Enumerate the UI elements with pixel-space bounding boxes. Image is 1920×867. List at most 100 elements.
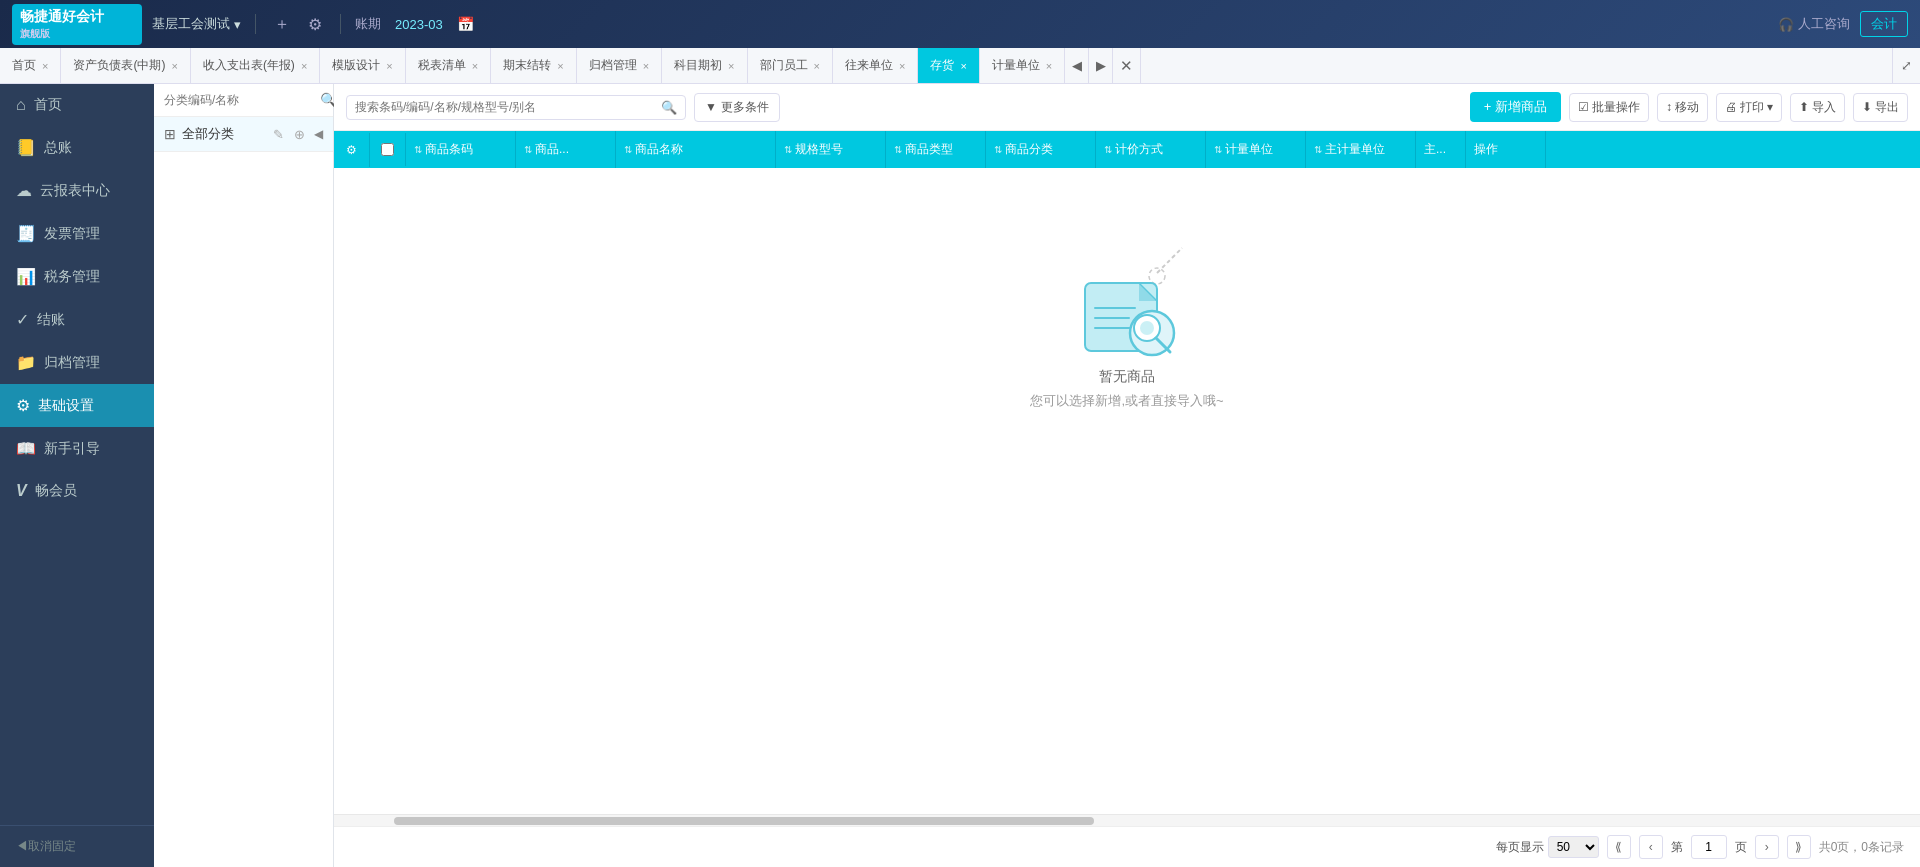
import-btn[interactable]: ⬆ 导入 xyxy=(1790,93,1845,122)
tab-income-annual[interactable]: 收入支出表(年报) × xyxy=(191,48,320,84)
sidebar-item-ledger[interactable]: 📒 总账 xyxy=(0,126,154,169)
sidebar-item-home[interactable]: ⌂ 首页 xyxy=(0,84,154,126)
consulting-btn[interactable]: 🎧 人工咨询 xyxy=(1778,15,1850,33)
tab-archive[interactable]: 归档管理 × xyxy=(577,48,662,84)
th-type-label: 商品类型 xyxy=(905,141,953,158)
category-search-bar: 🔍 xyxy=(154,84,333,117)
tab-inventory-close[interactable]: × xyxy=(960,60,966,72)
add-product-btn[interactable]: + 新增商品 xyxy=(1470,92,1561,122)
tab-template[interactable]: 模版设计 × xyxy=(320,48,405,84)
tab-dept-staff-close[interactable]: × xyxy=(814,60,820,72)
filter-btn[interactable]: ▼ 更多条件 xyxy=(694,93,780,122)
page-next-btn[interactable]: › xyxy=(1755,835,1779,859)
th-unit[interactable]: ⇅ 计量单位 xyxy=(1206,131,1306,168)
tab-homepage[interactable]: 首页 × xyxy=(0,48,61,84)
tab-contacts-close[interactable]: × xyxy=(899,60,905,72)
tab-measure-label: 计量单位 xyxy=(992,57,1040,74)
sort-icon2: ⇅ xyxy=(524,144,532,155)
tab-tax-list[interactable]: 税表清单 × xyxy=(406,48,491,84)
tab-balance-mid[interactable]: 资产负债表(中期) × xyxy=(61,48,190,84)
settings-btn[interactable]: ⚙ xyxy=(304,11,326,38)
tax-icon: 📊 xyxy=(16,267,36,286)
th-code-label: 商品... xyxy=(535,141,569,158)
th-barcode[interactable]: ⇅ 商品条码 xyxy=(406,131,516,168)
page-size-label: 每页显示 xyxy=(1496,839,1544,856)
account-btn[interactable]: 会计 xyxy=(1860,11,1908,37)
th-spec[interactable]: ⇅ 规格型号 xyxy=(776,131,886,168)
sidebar-spacer xyxy=(0,512,154,825)
tab-period-carry-label: 期末结转 xyxy=(503,57,551,74)
tab-inventory[interactable]: 存货 × xyxy=(918,48,979,84)
tab-homepage-close[interactable]: × xyxy=(42,60,48,72)
th-name-label: 商品名称 xyxy=(635,141,683,158)
page-first-btn[interactable]: ⟪ xyxy=(1607,835,1631,859)
sidebar-item-invoice[interactable]: 🧾 发票管理 xyxy=(0,212,154,255)
select-all-checkbox[interactable] xyxy=(381,143,394,156)
import-label: 导入 xyxy=(1812,99,1836,116)
tab-period-carry-close[interactable]: × xyxy=(557,60,563,72)
category-collapse-btn[interactable]: ◀ xyxy=(314,127,323,141)
th-check[interactable] xyxy=(370,133,406,166)
batch-action-btn[interactable]: ☑ 批量操作 xyxy=(1569,93,1649,122)
tab-prev-btn[interactable]: ◀ xyxy=(1065,48,1089,84)
tab-template-close[interactable]: × xyxy=(386,60,392,72)
move-btn[interactable]: ↕ 移动 xyxy=(1657,93,1708,122)
tab-tax-list-close[interactable]: × xyxy=(472,60,478,72)
product-search-input[interactable] xyxy=(355,100,655,114)
tab-measure[interactable]: 计量单位 × xyxy=(980,48,1065,84)
category-search-input[interactable] xyxy=(164,93,314,107)
sidebar-item-tax[interactable]: 📊 税务管理 xyxy=(0,255,154,298)
sort-icon5: ⇅ xyxy=(894,144,902,155)
tab-expand-btn[interactable]: ⤢ xyxy=(1892,48,1920,84)
category-add-icon[interactable]: ⊕ xyxy=(291,126,308,143)
tab-income-annual-label: 收入支出表(年报) xyxy=(203,57,295,74)
tab-dept-staff[interactable]: 部门员工 × xyxy=(748,48,833,84)
th-name[interactable]: ⇅ 商品名称 xyxy=(616,131,776,168)
category-all-item[interactable]: ⊞ 全部分类 ✎ ⊕ ◀ xyxy=(154,117,333,152)
page-prev-btn[interactable]: ‹ xyxy=(1639,835,1663,859)
sidebar-item-archive[interactable]: 📁 归档管理 xyxy=(0,341,154,384)
add-tab-btn[interactable]: ＋ xyxy=(270,10,294,39)
page-size-dropdown[interactable]: 50 100 200 xyxy=(1548,836,1599,858)
grid-icon: ⊞ xyxy=(164,126,176,142)
th-more[interactable]: 主... xyxy=(1416,131,1466,168)
filter-icon: ▼ xyxy=(705,100,717,114)
sidebar-item-settings[interactable]: ⚙ 基础设置 xyxy=(0,384,154,427)
sidebar-unpin-btn[interactable]: ◀取消固定 xyxy=(0,825,154,867)
th-price-method[interactable]: ⇅ 计价方式 xyxy=(1096,131,1206,168)
tab-subject-init-close[interactable]: × xyxy=(728,60,734,72)
sidebar-item-settle[interactable]: ✓ 结账 xyxy=(0,298,154,341)
tab-archive-close[interactable]: × xyxy=(643,60,649,72)
tab-close-all-btn[interactable]: ✕ xyxy=(1113,48,1141,84)
sidebar-item-ledger-label: 总账 xyxy=(44,139,72,157)
tab-next-btn[interactable]: ▶ xyxy=(1089,48,1113,84)
move-label: 移动 xyxy=(1675,99,1699,116)
sidebar-item-vip[interactable]: V 畅会员 xyxy=(0,470,154,512)
th-setting[interactable]: ⚙ xyxy=(334,133,370,167)
th-main-unit[interactable]: ⇅ 主计量单位 xyxy=(1306,131,1416,168)
sidebar-item-settings-label: 基础设置 xyxy=(38,397,94,415)
export-btn[interactable]: ⬇ 导出 xyxy=(1853,93,1908,122)
tab-period-carry[interactable]: 期末结转 × xyxy=(491,48,576,84)
header-separator2 xyxy=(340,14,341,34)
tab-measure-close[interactable]: × xyxy=(1046,60,1052,72)
tab-income-annual-close[interactable]: × xyxy=(301,60,307,72)
company-selector[interactable]: 基层工会测试 ▾ xyxy=(152,15,241,33)
tab-balance-mid-close[interactable]: × xyxy=(171,60,177,72)
page-number-input[interactable] xyxy=(1691,835,1727,859)
th-category[interactable]: ⇅ 商品分类 xyxy=(986,131,1096,168)
th-type[interactable]: ⇅ 商品类型 xyxy=(886,131,986,168)
scroll-bar-thumb[interactable] xyxy=(394,817,1094,825)
page-last-btn[interactable]: ⟫ xyxy=(1787,835,1811,859)
table-panel: 🔍 ▼ 更多条件 + 新增商品 ☑ 批量操作 ↕ 移动 xyxy=(334,84,1920,867)
tab-contacts[interactable]: 往来单位 × xyxy=(833,48,918,84)
sidebar-item-guide[interactable]: 📖 新手引导 xyxy=(0,427,154,470)
product-search-icon[interactable]: 🔍 xyxy=(661,100,677,115)
tab-subject-init[interactable]: 科目期初 × xyxy=(662,48,747,84)
sort-icon3: ⇅ xyxy=(624,144,632,155)
sidebar-item-cloud[interactable]: ☁ 云报表中心 xyxy=(0,169,154,212)
category-edit-icon[interactable]: ✎ xyxy=(270,126,287,143)
print-btn[interactable]: 🖨 打印 ▾ xyxy=(1716,93,1782,122)
th-code[interactable]: ⇅ 商品... xyxy=(516,131,616,168)
calendar-icon[interactable]: 📅 xyxy=(453,12,478,36)
